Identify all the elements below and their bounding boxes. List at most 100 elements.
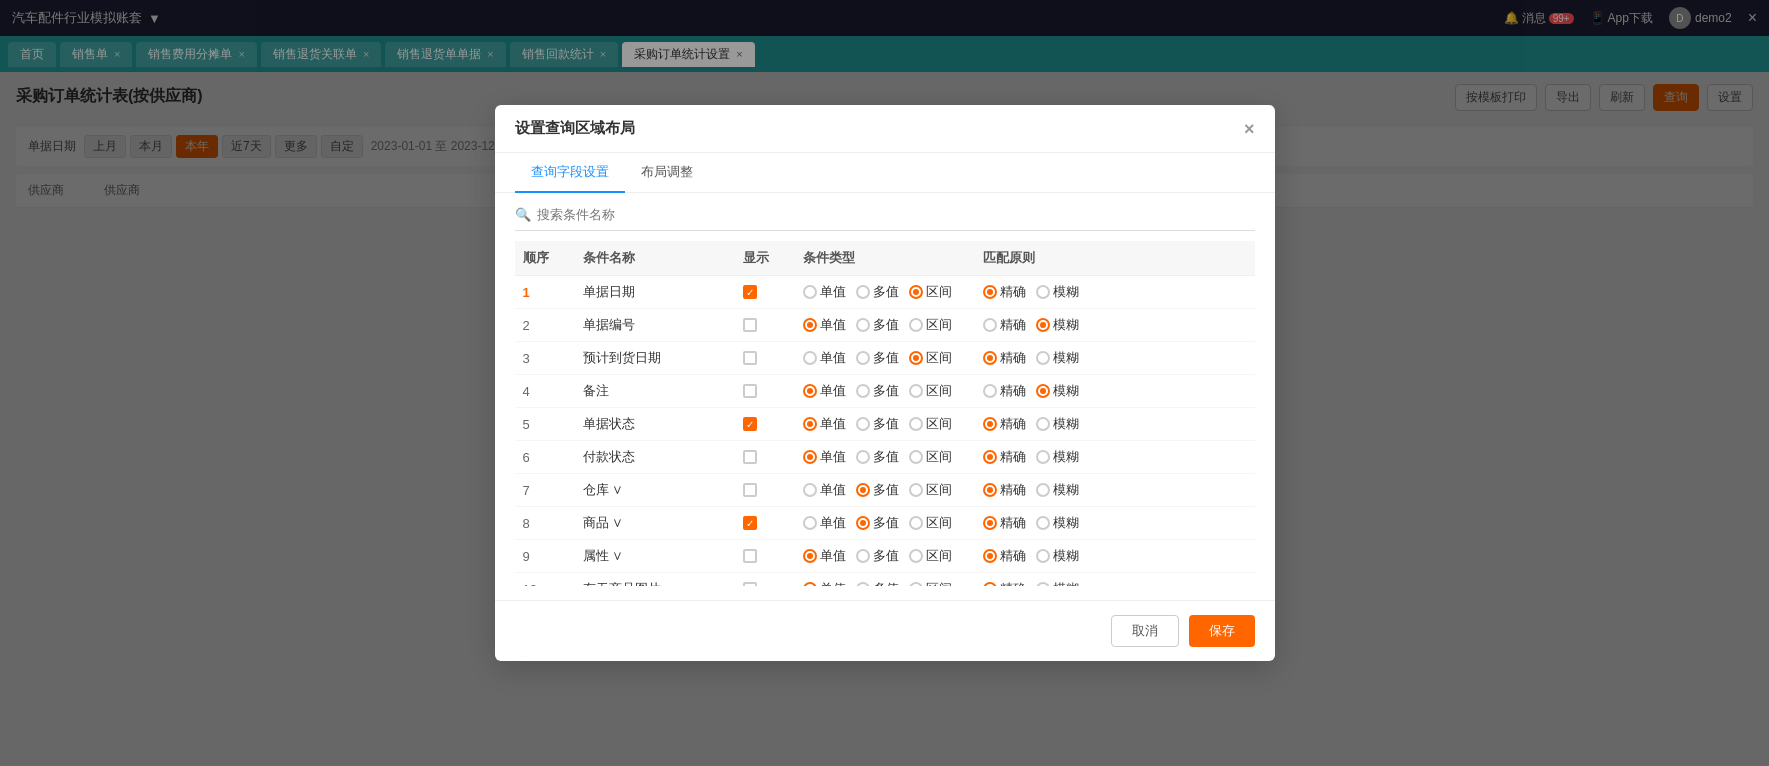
- cond-multi[interactable]: 多值: [856, 547, 899, 565]
- label-single: 单值: [820, 415, 846, 433]
- display-checkbox[interactable]: [743, 285, 757, 299]
- cond-range[interactable]: 区间: [909, 514, 952, 532]
- order-num: 2: [523, 318, 530, 333]
- label-exact: 精确: [1000, 382, 1026, 400]
- match-fuzzy[interactable]: 模糊: [1036, 316, 1079, 334]
- radio-range: [909, 483, 923, 497]
- match-fuzzy[interactable]: 模糊: [1036, 580, 1079, 586]
- row-match-rule: 精确 模糊: [975, 283, 1195, 301]
- cond-range[interactable]: 区间: [909, 580, 952, 586]
- cond-single[interactable]: 单值: [803, 382, 846, 400]
- label-single: 单值: [820, 283, 846, 301]
- match-exact[interactable]: 精确: [983, 580, 1026, 586]
- radio-fuzzy: [1036, 384, 1050, 398]
- match-fuzzy[interactable]: 模糊: [1036, 481, 1079, 499]
- display-checkbox[interactable]: [743, 549, 757, 563]
- cond-single[interactable]: 单值: [803, 580, 846, 586]
- row-display[interactable]: [735, 549, 795, 563]
- label-fuzzy: 模糊: [1053, 349, 1079, 367]
- dialog-close-button[interactable]: ×: [1244, 120, 1255, 138]
- dialog-tab-查询字段设置[interactable]: 查询字段设置: [515, 153, 625, 193]
- cond-multi[interactable]: 多值: [856, 382, 899, 400]
- display-checkbox[interactable]: [743, 318, 757, 332]
- row-display[interactable]: [735, 384, 795, 398]
- match-fuzzy[interactable]: 模糊: [1036, 349, 1079, 367]
- cond-multi[interactable]: 多值: [856, 415, 899, 433]
- match-exact[interactable]: 精确: [983, 547, 1026, 565]
- display-checkbox[interactable]: [743, 351, 757, 365]
- search-input[interactable]: [537, 207, 737, 222]
- radio-exact: [983, 318, 997, 332]
- match-exact[interactable]: 精确: [983, 382, 1026, 400]
- row-cond-type: 单值 多值 区间: [795, 547, 975, 565]
- label-exact: 精确: [1000, 580, 1026, 586]
- table-row: 7仓库 ∨ 单值 多值 区间 精确 模糊: [515, 474, 1255, 507]
- match-exact[interactable]: 精确: [983, 514, 1026, 532]
- display-checkbox[interactable]: [743, 417, 757, 431]
- cond-multi[interactable]: 多值: [856, 283, 899, 301]
- row-match-rule: 精确 模糊: [975, 481, 1195, 499]
- cancel-button[interactable]: 取消: [1111, 615, 1179, 647]
- match-fuzzy[interactable]: 模糊: [1036, 448, 1079, 466]
- row-display[interactable]: [735, 516, 795, 530]
- cond-multi[interactable]: 多值: [856, 514, 899, 532]
- cond-single[interactable]: 单值: [803, 514, 846, 532]
- cond-single[interactable]: 单值: [803, 481, 846, 499]
- radio-range: [909, 384, 923, 398]
- radio-range: [909, 318, 923, 332]
- label-multi: 多值: [873, 415, 899, 433]
- match-exact[interactable]: 精确: [983, 316, 1026, 334]
- match-fuzzy[interactable]: 模糊: [1036, 514, 1079, 532]
- cond-range[interactable]: 区间: [909, 382, 952, 400]
- dialog-tab-布局调整[interactable]: 布局调整: [625, 153, 709, 193]
- display-checkbox[interactable]: [743, 450, 757, 464]
- display-checkbox[interactable]: [743, 582, 757, 586]
- cond-single[interactable]: 单值: [803, 547, 846, 565]
- row-order: 8: [515, 516, 575, 531]
- cond-range[interactable]: 区间: [909, 481, 952, 499]
- row-display[interactable]: [735, 450, 795, 464]
- cond-range[interactable]: 区间: [909, 415, 952, 433]
- cond-single[interactable]: 单值: [803, 283, 846, 301]
- cond-multi[interactable]: 多值: [856, 349, 899, 367]
- order-num: 5: [523, 417, 530, 432]
- label-fuzzy: 模糊: [1053, 316, 1079, 334]
- display-checkbox[interactable]: [743, 384, 757, 398]
- row-display[interactable]: [735, 318, 795, 332]
- cond-multi[interactable]: 多值: [856, 448, 899, 466]
- cond-single[interactable]: 单值: [803, 448, 846, 466]
- match-exact[interactable]: 精确: [983, 415, 1026, 433]
- cond-single[interactable]: 单值: [803, 316, 846, 334]
- row-display[interactable]: [735, 483, 795, 497]
- match-fuzzy[interactable]: 模糊: [1036, 382, 1079, 400]
- display-checkbox[interactable]: [743, 516, 757, 530]
- match-exact[interactable]: 精确: [983, 283, 1026, 301]
- match-fuzzy[interactable]: 模糊: [1036, 415, 1079, 433]
- match-exact[interactable]: 精确: [983, 448, 1026, 466]
- row-display[interactable]: [735, 582, 795, 586]
- cond-range[interactable]: 区间: [909, 316, 952, 334]
- save-button[interactable]: 保存: [1189, 615, 1255, 647]
- match-fuzzy[interactable]: 模糊: [1036, 283, 1079, 301]
- match-fuzzy[interactable]: 模糊: [1036, 547, 1079, 565]
- radio-multi: [856, 549, 870, 563]
- cond-multi[interactable]: 多值: [856, 316, 899, 334]
- display-checkbox[interactable]: [743, 483, 757, 497]
- match-exact[interactable]: 精确: [983, 349, 1026, 367]
- cond-single[interactable]: 单值: [803, 415, 846, 433]
- row-match-rule: 精确 模糊: [975, 514, 1195, 532]
- cond-single[interactable]: 单值: [803, 349, 846, 367]
- cond-range[interactable]: 区间: [909, 448, 952, 466]
- match-exact[interactable]: 精确: [983, 481, 1026, 499]
- row-display[interactable]: [735, 285, 795, 299]
- cond-range[interactable]: 区间: [909, 547, 952, 565]
- cond-range[interactable]: 区间: [909, 283, 952, 301]
- row-display[interactable]: [735, 351, 795, 365]
- row-display[interactable]: [735, 417, 795, 431]
- cond-multi[interactable]: 多值: [856, 580, 899, 586]
- row-cond-type: 单值 多值 区间: [795, 316, 975, 334]
- cond-range[interactable]: 区间: [909, 349, 952, 367]
- label-exact: 精确: [1000, 415, 1026, 433]
- radio-fuzzy: [1036, 582, 1050, 586]
- cond-multi[interactable]: 多值: [856, 481, 899, 499]
